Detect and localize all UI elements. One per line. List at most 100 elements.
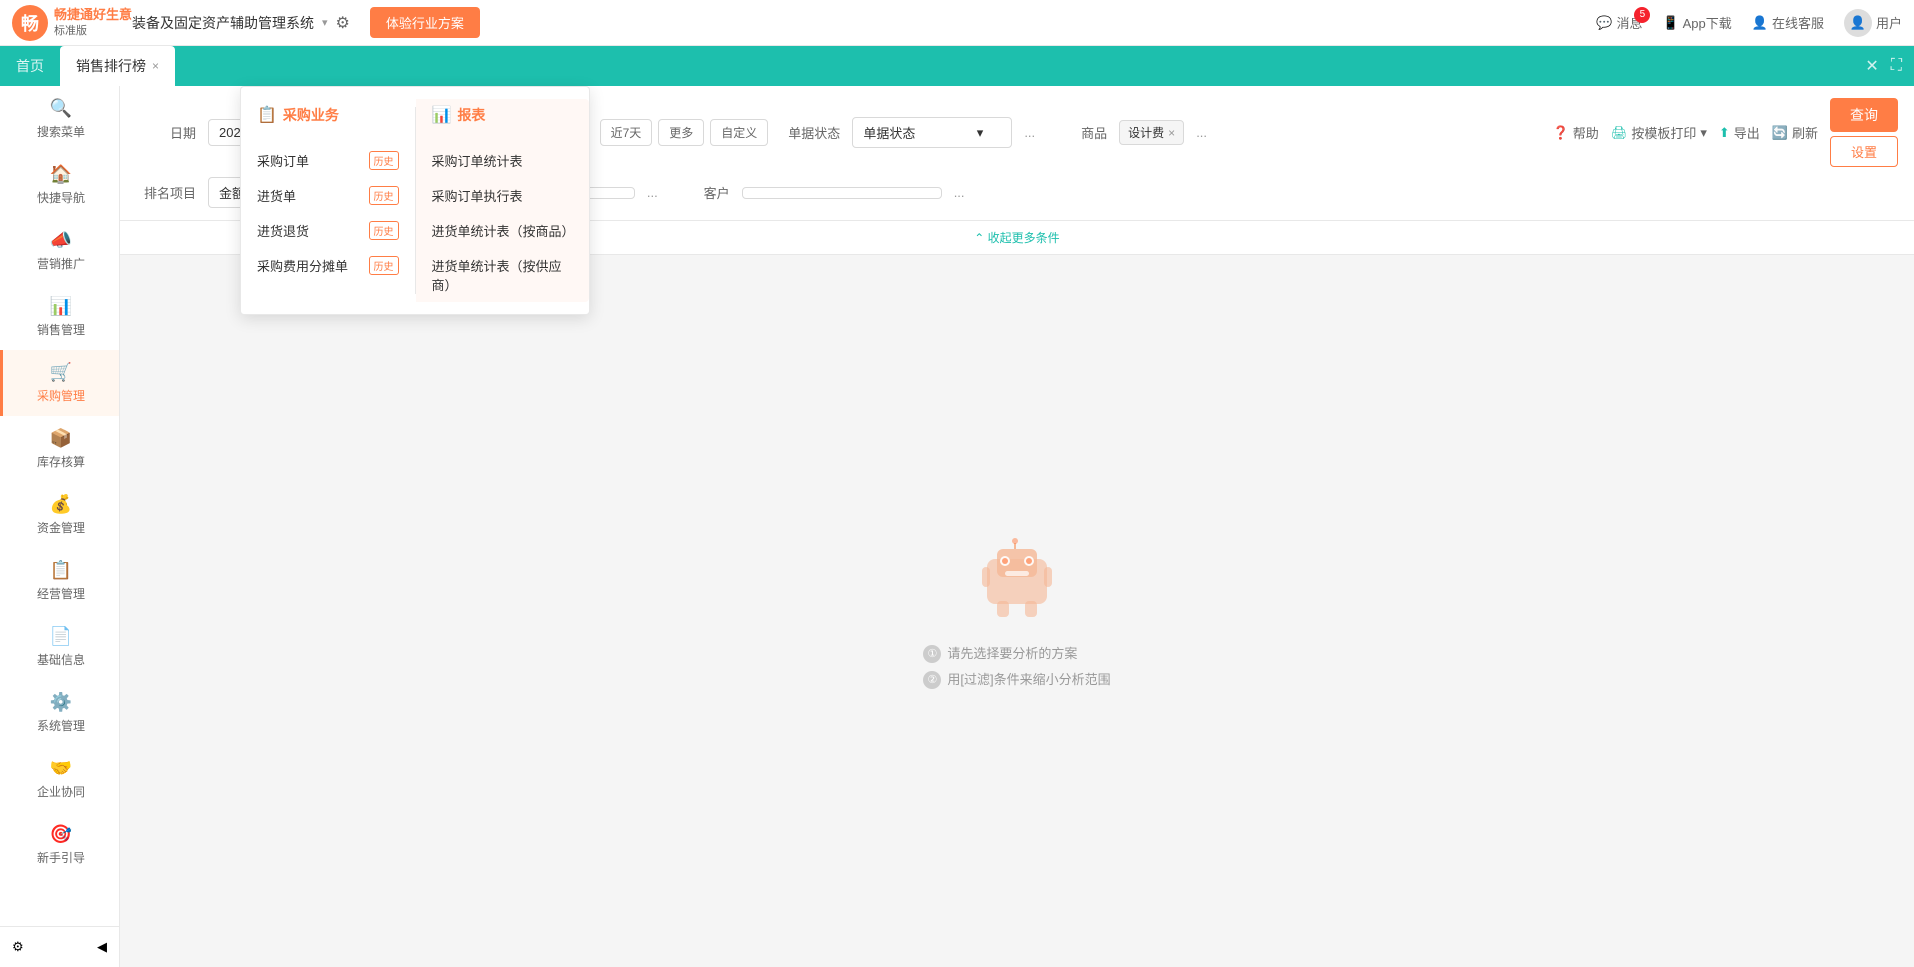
- refresh-btn[interactable]: 🔄 刷新: [1772, 123, 1818, 142]
- sidebar-item-purchase[interactable]: 🛒 采购管理: [0, 350, 119, 416]
- avatar: 👤: [1844, 9, 1872, 37]
- settings-icon[interactable]: ⚙: [336, 13, 350, 33]
- logo-icon: 畅: [12, 5, 48, 41]
- date-custom-btn[interactable]: 自定义: [710, 119, 768, 146]
- dropdown-report-inbound-supplier[interactable]: 进货单统计表（按供应商）: [432, 248, 574, 302]
- date-7days-btn[interactable]: 近7天: [600, 119, 653, 146]
- refresh-icon: 🔄: [1772, 125, 1788, 141]
- goods-dots[interactable]: ...: [1196, 125, 1207, 140]
- operations-icon: 📋: [50, 560, 72, 581]
- message-badge: 5: [1634, 7, 1650, 23]
- sidebar-item-search[interactable]: 🔍 搜索菜单: [0, 86, 119, 152]
- dropdown-report-title: 📊 报表: [432, 99, 574, 131]
- goods-label: 商品: [1047, 123, 1107, 142]
- empty-illustration: [967, 529, 1067, 629]
- sidebar-footer: ⚙ ◀: [0, 926, 119, 967]
- select-chevron-icon: ▾: [977, 125, 984, 141]
- dropdown-purchase-expense[interactable]: 采购费用分摊单 历史: [257, 248, 399, 283]
- sidebar-item-guide[interactable]: 🎯 新手引导: [0, 812, 119, 878]
- search-icon: 🔍: [50, 98, 72, 119]
- rank-label: 排名项目: [136, 183, 196, 202]
- purchase-col-icon: 📋: [257, 105, 277, 125]
- hist-badge-0: 历史: [369, 151, 399, 170]
- dropdown-purchase-inbound[interactable]: 进货单 历史: [257, 178, 399, 213]
- voucher-status-select[interactable]: 单据状态 ▾: [852, 117, 1012, 148]
- export-icon: ⬆: [1719, 125, 1730, 141]
- sidebar-item-sales[interactable]: 📊 销售管理: [0, 284, 119, 350]
- tab-sales-rank[interactable]: 销售排行榜 ×: [60, 46, 175, 86]
- message-icon: 💬: [1596, 15, 1612, 31]
- dropdown-purchase-title: 📋 采购业务: [257, 99, 399, 131]
- dropdown-purchase-return[interactable]: 进货退货 历史: [257, 213, 399, 248]
- system-name: 装备及固定资产辅助管理系统 ▾ ⚙ 体验行业方案: [132, 7, 1596, 38]
- window-expand-icon[interactable]: ⛶: [1891, 57, 1902, 75]
- print-chevron-icon: ▾: [1700, 125, 1707, 141]
- industry-btn[interactable]: 体验行业方案: [370, 7, 480, 38]
- logo-area: 畅 畅捷通好生意 标准版: [12, 5, 132, 41]
- logo-text: 畅捷通好生意 标准版: [54, 7, 132, 38]
- template-print-btn[interactable]: 🖨 按模板打印 ▾: [1611, 123, 1707, 142]
- voucher-dots[interactable]: ...: [1024, 125, 1035, 140]
- dropdown-purchase-order[interactable]: 采购订单 历史: [257, 143, 399, 178]
- tab-window-controls: ✕ ⛶: [1865, 56, 1914, 76]
- tab-close-icon[interactable]: ×: [152, 59, 159, 73]
- date-more-btn[interactable]: 更多: [658, 119, 704, 146]
- export-btn[interactable]: ⬆ 导出: [1719, 123, 1760, 142]
- sidebar-item-system[interactable]: ⚙️ 系统管理: [0, 680, 119, 746]
- salesperson-dots[interactable]: ...: [647, 185, 658, 200]
- sales-icon: 📊: [50, 296, 72, 317]
- top-bar: 畅 畅捷通好生意 标准版 装备及固定资产辅助管理系统 ▾ ⚙ 体验行业方案 💬 …: [0, 0, 1914, 46]
- customer-label: 客户: [670, 183, 730, 202]
- user-btn[interactable]: 👤 用户: [1844, 9, 1902, 37]
- chevron-down-icon[interactable]: ▾: [322, 16, 328, 29]
- sidebar: 🔍 搜索菜单 🏠 快捷导航 📣 营销推广 📊 销售管理 🛒 采购管理 📦 库存核…: [0, 86, 120, 967]
- dropdown-report-order-exec[interactable]: 采购订单执行表: [432, 178, 574, 213]
- goods-tag: 设计费 ×: [1119, 120, 1184, 145]
- customer-dots[interactable]: ...: [954, 185, 965, 200]
- step-1-num: ①: [923, 645, 941, 663]
- empty-text: ① 请先选择要分析的方案 ② 用[过滤]条件来缩小分析范围: [923, 641, 1110, 693]
- sidebar-item-marketing[interactable]: 📣 营销推广: [0, 218, 119, 284]
- voucher-status-label: 单据状态: [780, 123, 840, 142]
- customer-select[interactable]: [742, 187, 942, 199]
- settings-btn[interactable]: 设置: [1830, 136, 1898, 167]
- phone-icon: 📱: [1662, 15, 1678, 31]
- print-icon: 🖨: [1611, 125, 1628, 141]
- dropdown-report-inbound-goods[interactable]: 进货单统计表（按商品）: [432, 213, 574, 248]
- hist-badge-3: 历史: [369, 256, 399, 275]
- purchase-icon: 🛒: [50, 362, 72, 383]
- main-layout: 🔍 搜索菜单 🏠 快捷导航 📣 营销推广 📊 销售管理 🛒 采购管理 📦 库存核…: [0, 86, 1914, 967]
- message-btn[interactable]: 💬 消息 5: [1596, 13, 1642, 32]
- app-download-btn[interactable]: 📱 App下载: [1662, 13, 1731, 32]
- date-label: 日期: [136, 123, 196, 142]
- sidebar-settings-icon[interactable]: ⚙: [12, 939, 24, 955]
- enterprise-icon: 🤝: [50, 758, 72, 779]
- sidebar-item-finance[interactable]: 💰 资金管理: [0, 482, 119, 548]
- basic-info-icon: 📄: [50, 626, 72, 647]
- query-btn[interactable]: 查询: [1830, 98, 1898, 132]
- dropdown-report-order-stat[interactable]: 采购订单统计表: [432, 143, 574, 178]
- sidebar-item-operations[interactable]: 📋 经营管理: [0, 548, 119, 614]
- tab-bar: 首页 销售排行榜 × ✕ ⛶: [0, 46, 1914, 86]
- sidebar-item-basic-info[interactable]: 📄 基础信息: [0, 614, 119, 680]
- help-icon: ❓: [1553, 125, 1569, 141]
- dropdown-purchase-col: 📋 采购业务 采购订单 历史 进货单 历史 进货退货 历史 采购费用分摊单: [241, 99, 415, 302]
- hist-badge-2: 历史: [369, 221, 399, 240]
- system-icon: ⚙️: [50, 692, 72, 713]
- help-btn[interactable]: ❓ 帮助: [1553, 123, 1599, 142]
- sidebar-item-enterprise[interactable]: 🤝 企业协同: [0, 746, 119, 812]
- marketing-icon: 📣: [50, 230, 72, 251]
- content-area: 日期 2024-01-01 ~ 2024-12-31 近7天 更多 自定义 单据…: [120, 86, 1914, 967]
- window-close-icon[interactable]: ✕: [1865, 56, 1878, 76]
- dropdown-report-col: 📊 报表 采购订单统计表 采购订单执行表 进货单统计表（按商品） 进货单统计表（…: [416, 99, 590, 302]
- sidebar-collapse-icon[interactable]: ◀: [97, 939, 107, 955]
- guide-icon: 🎯: [50, 824, 72, 845]
- inventory-icon: 📦: [50, 428, 72, 449]
- hist-badge-1: 历史: [369, 186, 399, 205]
- sidebar-item-quick-nav[interactable]: 🏠 快捷导航: [0, 152, 119, 218]
- date-quick-btns: 近7天 更多 自定义: [600, 119, 769, 146]
- tab-home[interactable]: 首页: [0, 46, 60, 86]
- sidebar-item-inventory[interactable]: 📦 库存核算: [0, 416, 119, 482]
- online-service-btn[interactable]: 👤 在线客服: [1752, 13, 1824, 32]
- goods-tag-close[interactable]: ×: [1168, 126, 1175, 140]
